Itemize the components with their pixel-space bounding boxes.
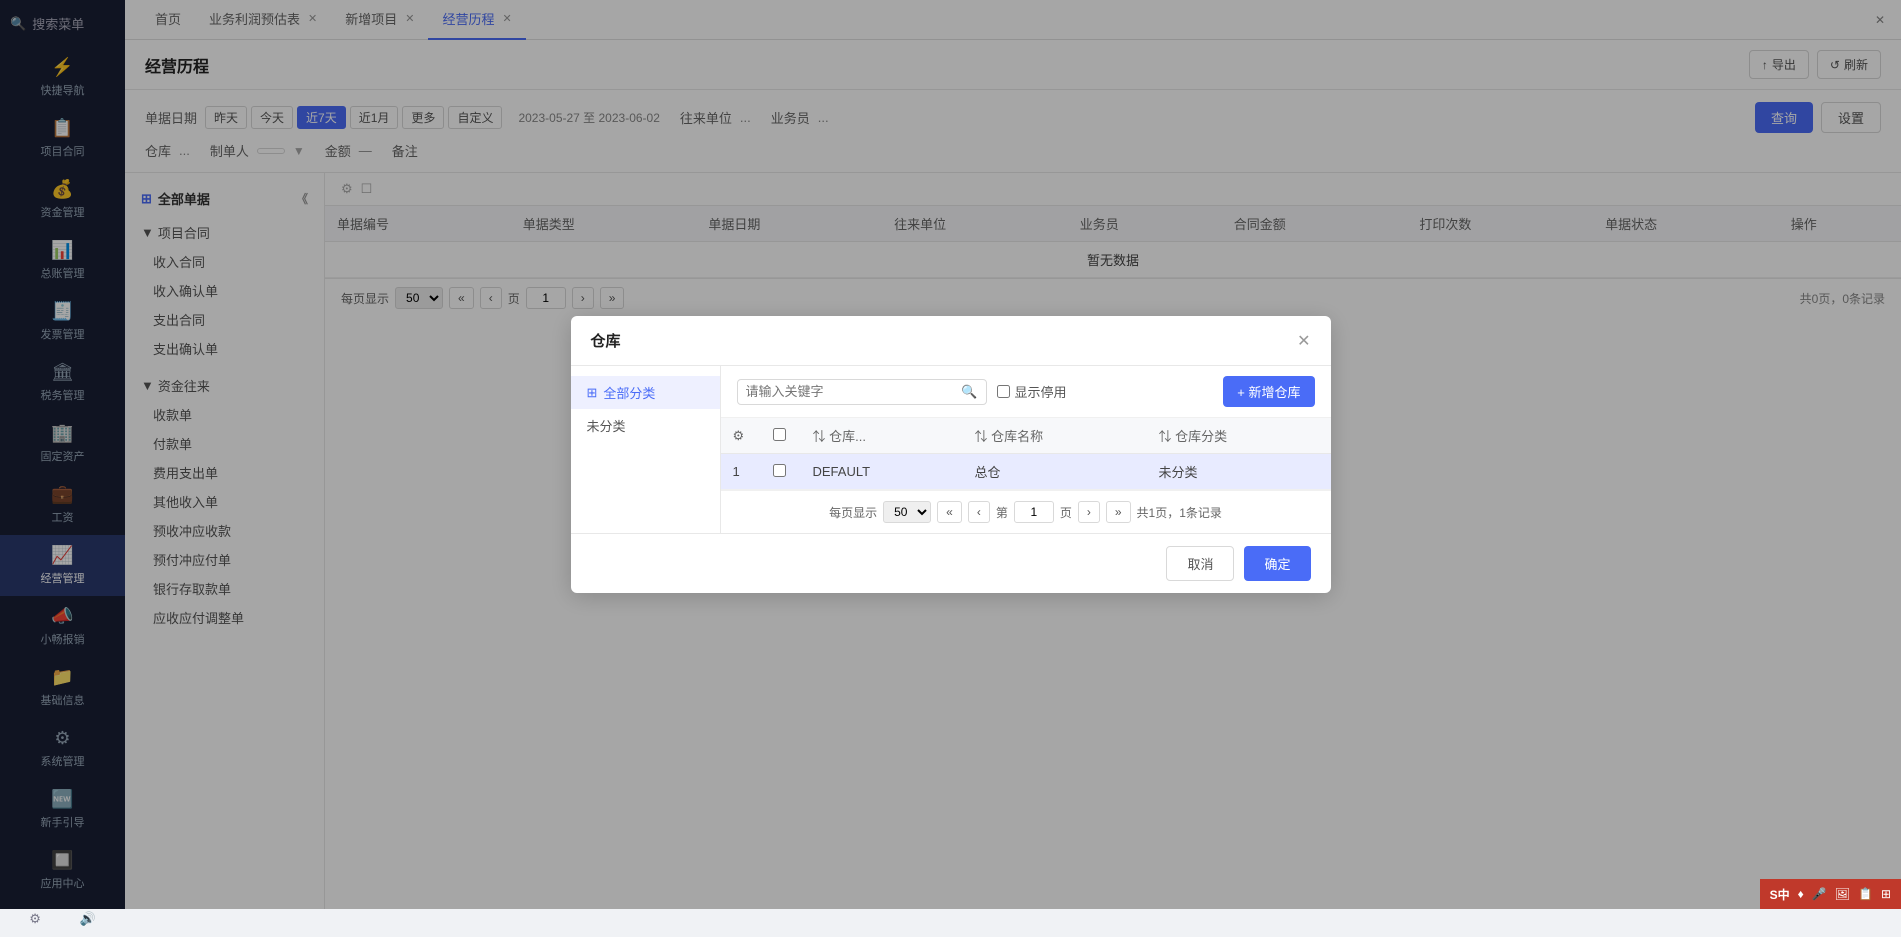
warehouse-modal: 仓库 ✕ ⊞ 全部分类 未分类 🔍 <box>571 316 1331 593</box>
modal-search-icon[interactable]: 🔍 <box>961 384 977 400</box>
taskbar-image-icon[interactable]: 🖼 <box>1835 887 1850 901</box>
taskbar-clipboard-icon[interactable]: 📋 <box>1858 887 1873 901</box>
modal-nav-all-label: 全部分类 <box>603 383 655 402</box>
modal-first-page-btn[interactable]: « <box>937 501 962 523</box>
grid-icon: ⊞ <box>587 385 598 401</box>
sort-name-icon: ⇅ <box>974 429 987 444</box>
modal-col-code: ⇅ 仓库... <box>801 418 963 454</box>
volume-icon[interactable]: 🔊 <box>80 911 96 927</box>
show-disabled-label[interactable]: 显示停用 <box>997 382 1067 401</box>
modal-col-category: ⇅ 仓库分类 <box>1146 418 1330 454</box>
row-category-cell: 未分类 <box>1146 454 1330 490</box>
row-code-cell: DEFAULT <box>801 454 963 490</box>
modal-table-row[interactable]: 1 DEFAULT 总仓 未分类 <box>721 454 1331 490</box>
show-disabled-text: 显示停用 <box>1015 382 1067 401</box>
modal-search-box: 🔍 <box>737 379 987 405</box>
modal-table-container: ⚙ ⇅ 仓库... ⇅ <box>721 418 1331 490</box>
modal-per-page-select[interactable]: 50 <box>883 501 931 523</box>
modal-last-page-btn[interactable]: » <box>1106 501 1131 523</box>
select-all-checkbox[interactable] <box>773 428 786 441</box>
modal-header: 仓库 ✕ <box>571 316 1331 366</box>
modal-prev-btn[interactable]: ‹ <box>968 501 990 523</box>
modal-pagination: 每页显示 50 « ‹ 第 页 › » 共1页，1条记录 <box>721 490 1331 533</box>
settings-bottom-icon[interactable]: ⚙ <box>29 911 41 927</box>
modal-table-header: ⚙ ⇅ 仓库... ⇅ <box>721 418 1331 454</box>
modal-overlay[interactable]: 仓库 ✕ ⊞ 全部分类 未分类 🔍 <box>0 0 1901 909</box>
modal-total-info: 共1页，1条记录 <box>1137 504 1222 521</box>
sort-cat-icon: ⇅ <box>1158 429 1171 444</box>
modal-toolbar: 🔍 显示停用 + 新增仓库 <box>721 366 1331 418</box>
taskbar: S中 ♦ 🎤 🖼 📋 ⊞ <box>1760 879 1901 909</box>
modal-page-label: 页 <box>1060 504 1072 521</box>
show-disabled-checkbox[interactable] <box>997 385 1010 398</box>
modal-col-settings: ⚙ <box>721 418 761 454</box>
modal-nav-all[interactable]: ⊞ 全部分类 <box>571 376 720 409</box>
row-num-cell: 1 <box>721 454 761 490</box>
row-checkbox-cell <box>761 454 801 490</box>
taskbar-grid-icon[interactable]: ⊞ <box>1881 887 1891 901</box>
modal-page-text: 第 <box>996 504 1008 521</box>
modal-left-nav: ⊞ 全部分类 未分类 <box>571 366 721 533</box>
taskbar-diamond-icon: ♦ <box>1798 887 1804 901</box>
modal-settings-icon[interactable]: ⚙ <box>733 428 745 443</box>
taskbar-mic-icon[interactable]: 🎤 <box>1812 887 1827 901</box>
modal-right-content: 🔍 显示停用 + 新增仓库 ⚙ <box>721 366 1331 533</box>
row-name-cell: 总仓 <box>962 454 1146 490</box>
modal-col-name: ⇅ 仓库名称 <box>962 418 1146 454</box>
add-warehouse-button[interactable]: + 新增仓库 <box>1223 376 1314 407</box>
modal-search-input[interactable] <box>746 384 956 399</box>
modal-col-checkbox <box>761 418 801 454</box>
modal-body: ⊞ 全部分类 未分类 🔍 显示停用 <box>571 366 1331 533</box>
modal-title: 仓库 <box>591 330 621 351</box>
modal-table: ⚙ ⇅ 仓库... ⇅ <box>721 418 1331 490</box>
sort-icon: ⇅ <box>813 429 826 444</box>
modal-per-page-label: 每页显示 <box>829 504 877 521</box>
modal-close-button[interactable]: ✕ <box>1297 331 1310 351</box>
taskbar-s-icon: S中 <box>1770 886 1790 903</box>
row-checkbox[interactable] <box>773 464 786 477</box>
confirm-button[interactable]: 确定 <box>1244 546 1310 581</box>
modal-nav-unclassified[interactable]: 未分类 <box>571 409 720 442</box>
modal-footer: 取消 确定 <box>571 533 1331 593</box>
modal-next-btn[interactable]: › <box>1078 501 1100 523</box>
modal-nav-unclassified-label: 未分类 <box>587 416 626 435</box>
modal-page-input[interactable] <box>1014 501 1054 523</box>
cancel-button[interactable]: 取消 <box>1166 546 1234 581</box>
